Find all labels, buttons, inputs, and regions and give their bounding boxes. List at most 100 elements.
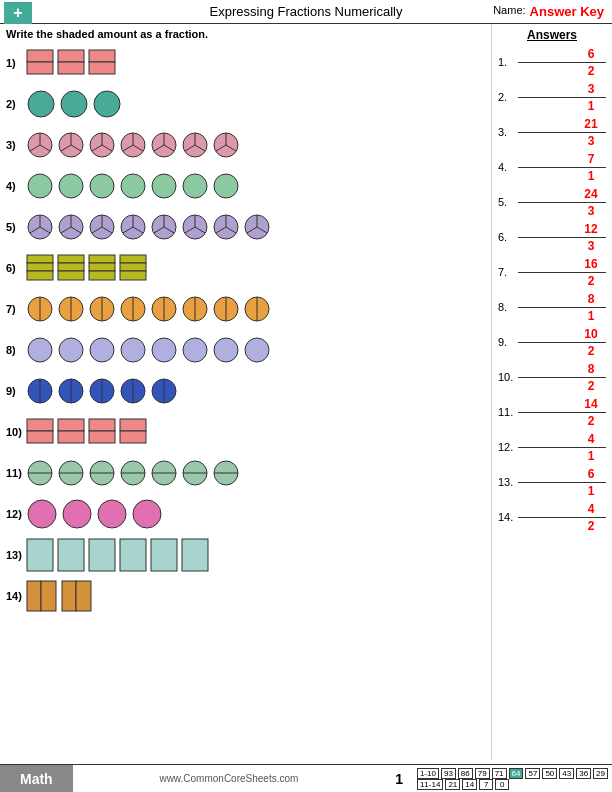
denominator: 2 bbox=[588, 519, 595, 533]
shape bbox=[212, 295, 240, 323]
svg-point-109 bbox=[183, 338, 207, 362]
shape bbox=[61, 498, 93, 530]
fraction-line bbox=[576, 97, 606, 98]
shapes-1 bbox=[26, 49, 116, 77]
shape bbox=[57, 538, 85, 572]
denominator: 2 bbox=[588, 379, 595, 393]
answer-fraction-wrapper: 7 1 bbox=[518, 152, 606, 183]
denominator: 3 bbox=[588, 204, 595, 218]
svg-point-38 bbox=[59, 174, 83, 198]
problems-section: Write the shaded amount as a fraction. 1… bbox=[0, 24, 492, 760]
problem-row-12: 12) bbox=[6, 495, 485, 533]
answer-num: 13. bbox=[498, 476, 518, 488]
fraction-line bbox=[576, 342, 606, 343]
footer-website: www.CommonCoreSheets.com bbox=[73, 773, 385, 784]
name-area: Name: Answer Key bbox=[493, 4, 604, 19]
problem-row-14: 14) bbox=[6, 577, 485, 615]
denominator: 2 bbox=[588, 64, 595, 78]
score-cell: 14 bbox=[462, 779, 477, 790]
numerator: 10 bbox=[584, 327, 597, 341]
svg-rect-85 bbox=[120, 255, 146, 263]
svg-rect-1 bbox=[27, 62, 53, 74]
answer-line bbox=[518, 342, 576, 343]
numerator: 8 bbox=[588, 362, 595, 376]
shape bbox=[119, 254, 147, 282]
shapes-9 bbox=[26, 377, 178, 405]
answer-fraction-wrapper: 6 2 bbox=[518, 47, 606, 78]
answer-item: 12. 4 1 bbox=[498, 431, 606, 463]
problem-row-2: 2) bbox=[6, 85, 485, 123]
svg-point-39 bbox=[90, 174, 114, 198]
shape bbox=[57, 295, 85, 323]
answer-fraction-wrapper: 24 3 bbox=[518, 187, 606, 218]
svg-point-144 bbox=[28, 500, 56, 528]
fraction: 8 1 bbox=[576, 292, 606, 323]
shape bbox=[181, 172, 209, 200]
logo: + bbox=[4, 2, 32, 24]
fraction: 8 2 bbox=[576, 362, 606, 393]
fraction: 3 1 bbox=[576, 82, 606, 113]
svg-point-43 bbox=[214, 174, 238, 198]
shape bbox=[57, 459, 85, 487]
svg-rect-0 bbox=[27, 50, 53, 62]
problem-num-13: 13) bbox=[6, 549, 26, 561]
problem-num-1: 1) bbox=[6, 57, 26, 69]
fraction: 14 2 bbox=[576, 397, 606, 428]
shape bbox=[119, 172, 147, 200]
svg-rect-154 bbox=[27, 581, 41, 611]
page-title: Expressing Fractions Numerically bbox=[210, 4, 403, 19]
answer-item: 11. 14 2 bbox=[498, 396, 606, 428]
score-cell: 0 bbox=[495, 779, 509, 790]
shape bbox=[26, 498, 58, 530]
denominator: 3 bbox=[588, 134, 595, 148]
answer-num: 4. bbox=[498, 161, 518, 173]
shape bbox=[57, 418, 85, 446]
answers-section: Answers 1. 6 2 2. 3 1 bbox=[492, 24, 612, 760]
answer-line bbox=[518, 447, 576, 448]
shapes-4 bbox=[26, 172, 240, 200]
answer-num: 12. bbox=[498, 441, 518, 453]
score-cell-highlight: 64 bbox=[509, 768, 524, 779]
answer-line bbox=[518, 377, 576, 378]
denominator: 1 bbox=[588, 99, 595, 113]
problem-row-1: 1) bbox=[6, 44, 485, 82]
answer-line bbox=[518, 62, 576, 63]
problem-num-4: 4) bbox=[6, 180, 26, 192]
svg-rect-84 bbox=[89, 271, 115, 280]
answer-fraction-wrapper: 3 1 bbox=[518, 82, 606, 113]
svg-point-147 bbox=[133, 500, 161, 528]
answer-item: 6. 12 3 bbox=[498, 221, 606, 253]
fraction-line bbox=[576, 482, 606, 483]
score-row-1: 1-10 93 86 79 71 64 57 50 43 36 29 bbox=[417, 768, 608, 779]
shape bbox=[26, 172, 54, 200]
shape bbox=[57, 131, 85, 159]
numerator: 16 bbox=[584, 257, 597, 271]
svg-rect-148 bbox=[27, 539, 53, 571]
answer-num: 9. bbox=[498, 336, 518, 348]
shape bbox=[150, 131, 178, 159]
shape bbox=[26, 580, 58, 612]
shape bbox=[150, 336, 178, 364]
numerator: 24 bbox=[584, 187, 597, 201]
fraction: 10 2 bbox=[576, 327, 606, 358]
svg-rect-77 bbox=[27, 263, 53, 271]
shape bbox=[150, 538, 178, 572]
denominator: 1 bbox=[588, 449, 595, 463]
svg-rect-128 bbox=[120, 419, 146, 431]
shape bbox=[243, 336, 271, 364]
svg-rect-125 bbox=[58, 431, 84, 443]
answer-num: 5. bbox=[498, 196, 518, 208]
shape bbox=[88, 49, 116, 77]
numerator: 6 bbox=[588, 47, 595, 61]
svg-point-37 bbox=[28, 174, 52, 198]
problem-num-12: 12) bbox=[6, 508, 26, 520]
answer-item: 9. 10 2 bbox=[498, 326, 606, 358]
shape bbox=[88, 418, 116, 446]
svg-rect-126 bbox=[89, 419, 115, 431]
score-cell: 21 bbox=[445, 779, 460, 790]
shape bbox=[88, 538, 116, 572]
shape bbox=[88, 459, 116, 487]
shape bbox=[57, 213, 85, 241]
fraction: 4 2 bbox=[576, 502, 606, 533]
svg-rect-124 bbox=[58, 419, 84, 431]
